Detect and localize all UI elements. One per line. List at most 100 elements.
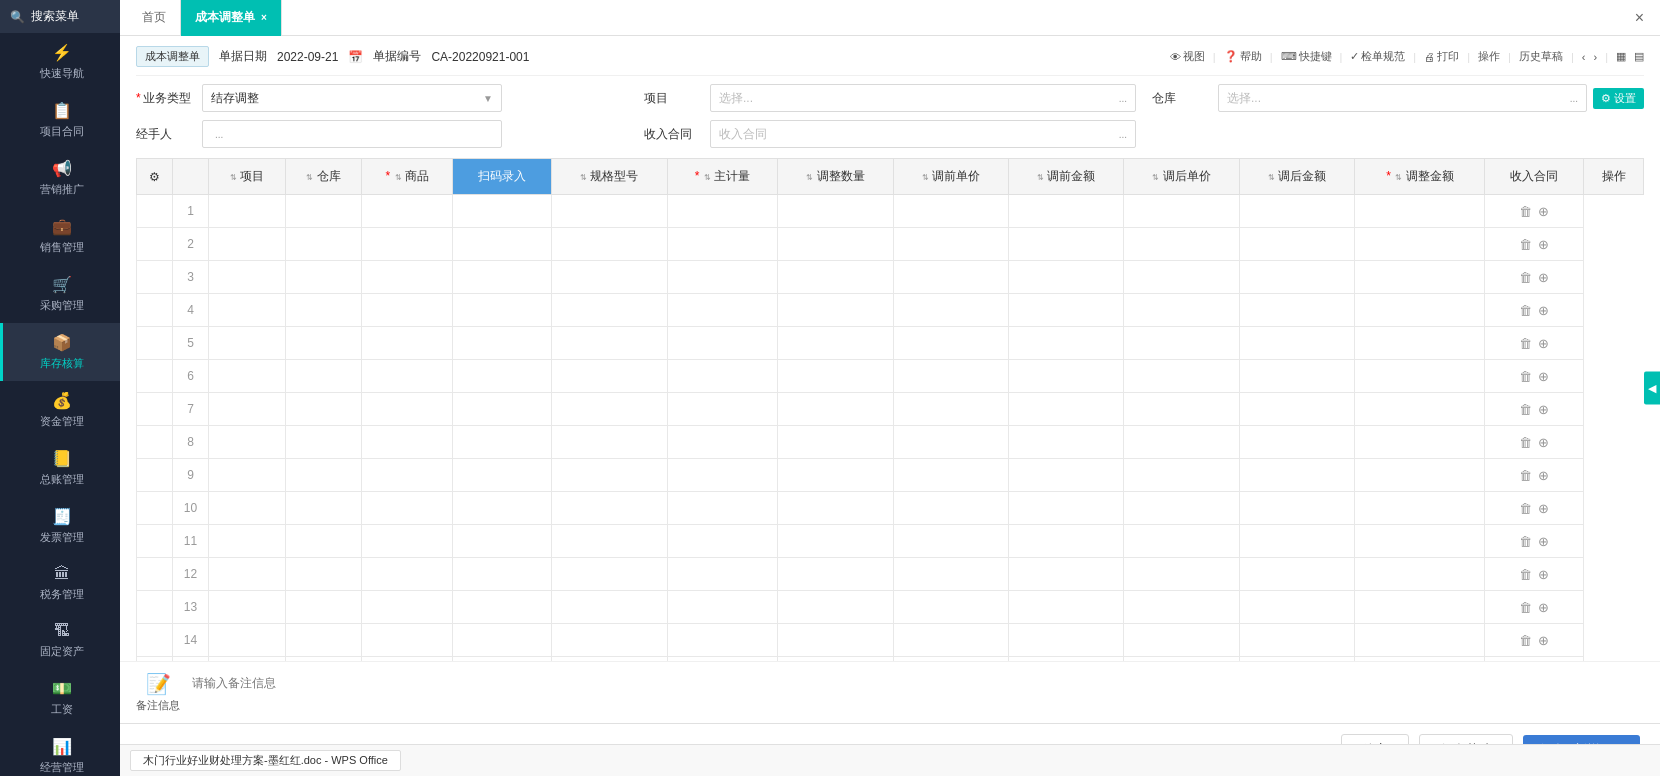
data-cell[interactable] [1239, 426, 1354, 459]
data-cell[interactable] [667, 360, 778, 393]
data-cell[interactable] [285, 591, 362, 624]
right-edge-tab[interactable]: ◀ [1644, 372, 1660, 405]
data-cell[interactable] [552, 492, 667, 525]
delete-icon[interactable]: 🗑 [1519, 204, 1532, 219]
data-cell[interactable] [667, 294, 778, 327]
delete-icon[interactable]: 🗑 [1519, 435, 1532, 450]
delete-icon[interactable]: 🗑 [1519, 534, 1532, 549]
col-header-post-unit-price[interactable]: ⇅ 调后单价 [1124, 159, 1239, 195]
data-cell[interactable] [1009, 591, 1124, 624]
settings-button[interactable]: ⚙ 设置 [1593, 88, 1644, 109]
data-cell[interactable] [362, 360, 453, 393]
row-settings-cell[interactable] [137, 426, 173, 459]
col-header-warehouse[interactable]: ⇅ 仓库 [285, 159, 362, 195]
data-cell[interactable] [1009, 360, 1124, 393]
data-cell[interactable] [667, 228, 778, 261]
data-cell[interactable] [362, 492, 453, 525]
data-cell[interactable] [1124, 327, 1239, 360]
data-cell[interactable] [667, 327, 778, 360]
data-cell[interactable] [552, 327, 667, 360]
copy-icon[interactable]: ⊕ [1538, 501, 1549, 516]
col-header-pre-unit-price[interactable]: ⇅ 调前单价 [893, 159, 1008, 195]
row-settings-cell[interactable] [137, 327, 173, 360]
data-cell[interactable] [778, 393, 893, 426]
data-cell[interactable] [552, 360, 667, 393]
sidebar-item-sales-mgmt[interactable]: 💼 销售管理 [0, 207, 120, 265]
data-cell[interactable] [453, 624, 552, 657]
data-cell[interactable] [778, 195, 893, 228]
data-cell[interactable] [667, 624, 778, 657]
data-cell[interactable] [1355, 195, 1485, 228]
data-cell[interactable] [667, 492, 778, 525]
sidebar-item-invoice-mgmt[interactable]: 🧾 发票管理 [0, 497, 120, 555]
delete-icon[interactable]: 🗑 [1519, 402, 1532, 417]
copy-icon[interactable]: ⊕ [1538, 237, 1549, 252]
data-cell[interactable] [1009, 459, 1124, 492]
data-cell[interactable] [552, 558, 667, 591]
data-cell[interactable] [1355, 525, 1485, 558]
delete-icon[interactable]: 🗑 [1519, 468, 1532, 483]
data-cell[interactable] [552, 624, 667, 657]
row-settings-cell[interactable] [137, 558, 173, 591]
print-btn[interactable]: 🖨 打印 [1424, 49, 1459, 64]
data-cell[interactable] [453, 492, 552, 525]
data-cell[interactable] [362, 261, 453, 294]
col-header-scan-input[interactable]: 扫码录入 [453, 159, 552, 195]
data-cell[interactable] [1009, 624, 1124, 657]
data-cell[interactable] [552, 591, 667, 624]
col-header-product[interactable]: ⇅ 商品 [362, 159, 453, 195]
data-cell[interactable] [285, 558, 362, 591]
copy-icon[interactable]: ⊕ [1538, 303, 1549, 318]
col-header-income-contract[interactable]: 收入合同 [1485, 159, 1584, 195]
data-cell[interactable] [285, 492, 362, 525]
data-cell[interactable] [778, 459, 893, 492]
copy-icon[interactable]: ⊕ [1538, 270, 1549, 285]
data-cell[interactable] [1355, 492, 1485, 525]
col-header-spec-type[interactable]: ⇅ 规格型号 [552, 159, 667, 195]
data-cell[interactable] [285, 228, 362, 261]
data-cell[interactable] [1355, 558, 1485, 591]
shortcut-btn[interactable]: ⌨ 快捷键 [1281, 49, 1332, 64]
data-cell[interactable] [1009, 492, 1124, 525]
data-cell[interactable] [209, 492, 286, 525]
data-cell[interactable] [667, 591, 778, 624]
data-cell[interactable] [209, 459, 286, 492]
copy-icon[interactable]: ⊕ [1538, 633, 1549, 648]
data-cell[interactable] [893, 228, 1008, 261]
data-cell[interactable] [1239, 294, 1354, 327]
data-cell[interactable] [209, 228, 286, 261]
row-settings-cell[interactable] [137, 360, 173, 393]
sidebar-item-tax-mgmt[interactable]: 🏛 税务管理 [0, 555, 120, 612]
data-cell[interactable] [552, 393, 667, 426]
copy-icon[interactable]: ⊕ [1538, 468, 1549, 483]
data-cell[interactable] [1124, 195, 1239, 228]
data-cell[interactable] [778, 492, 893, 525]
data-cell[interactable] [667, 426, 778, 459]
delete-icon[interactable]: 🗑 [1519, 270, 1532, 285]
data-cell[interactable] [362, 591, 453, 624]
data-cell[interactable] [667, 195, 778, 228]
data-cell[interactable] [285, 393, 362, 426]
delete-icon[interactable]: 🗑 [1519, 303, 1532, 318]
data-cell[interactable] [552, 261, 667, 294]
data-cell[interactable] [285, 261, 362, 294]
data-cell[interactable] [1009, 393, 1124, 426]
data-cell[interactable] [1124, 492, 1239, 525]
delete-icon[interactable]: 🗑 [1519, 336, 1532, 351]
view-btn[interactable]: 👁 视图 [1170, 49, 1205, 64]
data-cell[interactable] [1239, 558, 1354, 591]
row-settings-cell[interactable] [137, 261, 173, 294]
data-cell[interactable] [1124, 294, 1239, 327]
data-cell[interactable] [1009, 261, 1124, 294]
handler-input[interactable]: ... [202, 120, 502, 148]
copy-icon[interactable]: ⊕ [1538, 600, 1549, 615]
row-settings-cell[interactable] [137, 393, 173, 426]
data-cell[interactable] [209, 525, 286, 558]
data-cell[interactable] [667, 261, 778, 294]
data-cell[interactable] [893, 558, 1008, 591]
data-cell[interactable] [1009, 558, 1124, 591]
data-cell[interactable] [778, 360, 893, 393]
data-cell[interactable] [453, 393, 552, 426]
data-cell[interactable] [209, 360, 286, 393]
data-cell[interactable] [1009, 525, 1124, 558]
